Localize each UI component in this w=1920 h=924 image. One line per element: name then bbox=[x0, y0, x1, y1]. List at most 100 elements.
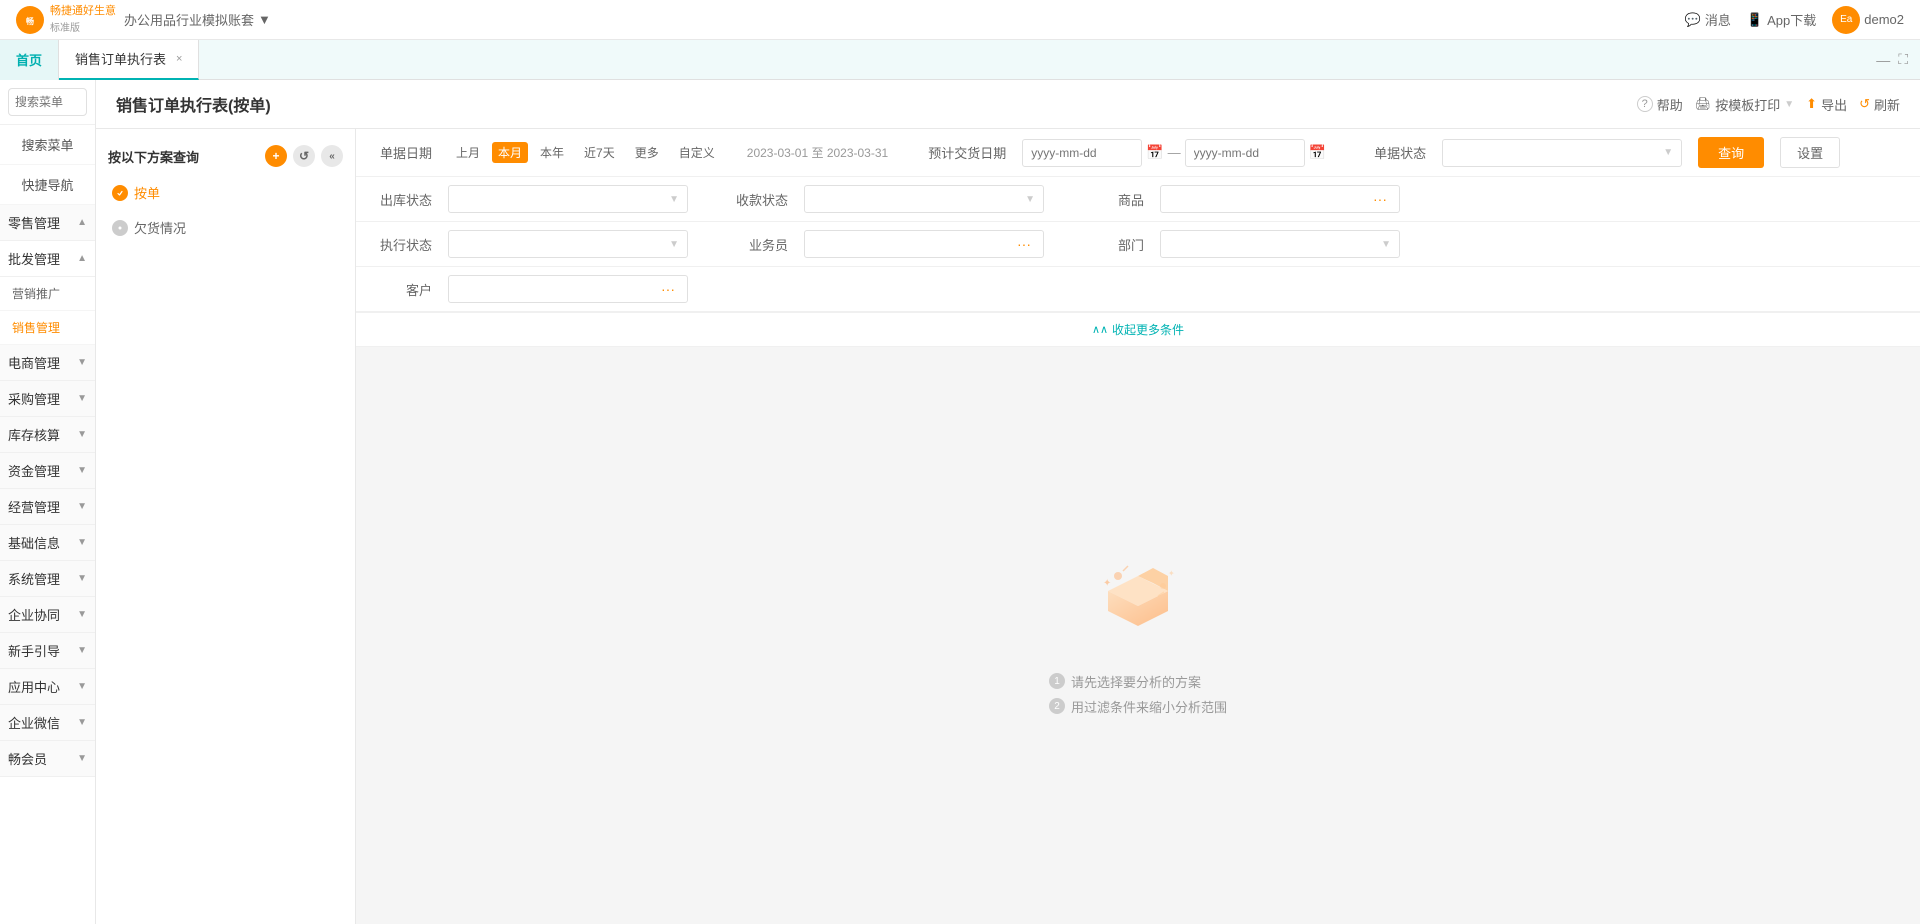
tab-sales-order[interactable]: 销售订单执行表 × bbox=[59, 40, 199, 80]
sidebar-group-member[interactable]: 畅会员 ▼ bbox=[0, 741, 95, 777]
date-tab-7days[interactable]: 近7天 bbox=[576, 142, 623, 163]
tab-minimize-icon[interactable]: — bbox=[1876, 52, 1890, 68]
scheme-item-by-debt-label: 欠货情况 bbox=[134, 218, 186, 237]
query-button[interactable]: 查询 bbox=[1698, 137, 1764, 168]
sidebar-item-search-menu[interactable]: 搜索菜单 bbox=[0, 125, 95, 165]
date-tab-this-month[interactable]: 本月 bbox=[492, 142, 528, 163]
sidebar-group-app-center-label: 应用中心 bbox=[8, 677, 60, 696]
sidebar-group-system-label: 系统管理 bbox=[8, 569, 60, 588]
app-download-button[interactable]: 📱 App下载 bbox=[1747, 10, 1816, 29]
collect-status-arrow-icon: ▼ bbox=[1025, 194, 1035, 205]
page-actions: ? 帮助 🖨 按模板打印 ▼ ⬆ 导出 ↺ 刷新 bbox=[1637, 95, 1900, 126]
refresh-icon: ↺ bbox=[1859, 96, 1870, 112]
sidebar-group-enterprise[interactable]: 企业协同 ▼ bbox=[0, 597, 95, 633]
tab-bar-controls: — ⛶ bbox=[1876, 51, 1920, 68]
message-icon: 💬 bbox=[1685, 12, 1701, 28]
salesman-input[interactable]: ··· bbox=[804, 230, 1044, 258]
add-icon: + bbox=[272, 149, 279, 163]
exec-status-select[interactable]: ▼ bbox=[448, 230, 688, 258]
main-layout: 搜索菜单 快捷导航 零售管理 ▲ 批发管理 ▲ 营销推广 销售管理 电商管理 ▼… bbox=[0, 80, 1920, 924]
sidebar-group-wholesale-label: 批发管理 bbox=[8, 249, 60, 268]
tab-home-label: 首页 bbox=[16, 50, 42, 69]
breadcrumb[interactable]: 办公用品行业模拟账套 ▼ bbox=[124, 10, 271, 29]
sidebar-group-basic-info-arrow: ▼ bbox=[77, 537, 87, 548]
calendar-end-icon[interactable]: 📅 bbox=[1309, 144, 1326, 161]
add-scheme-button[interactable]: + bbox=[265, 145, 287, 167]
date-tab-custom[interactable]: 自定义 bbox=[671, 142, 723, 163]
sidebar-group-ecommerce[interactable]: 电商管理 ▼ bbox=[0, 345, 95, 381]
sidebar-group-operations[interactable]: 经营管理 ▼ bbox=[0, 489, 95, 525]
empty-state: ✦ ✦ 1 请先选择要分析的方案 2 用过滤条件来缩小分析范围 bbox=[1049, 556, 1227, 716]
scheme-item-by-order-label: 按单 bbox=[134, 183, 160, 202]
sidebar-item-sales-mgmt[interactable]: 销售管理 bbox=[0, 311, 95, 345]
help-label: 帮助 bbox=[1657, 95, 1683, 114]
sidebar: 搜索菜单 快捷导航 零售管理 ▲ 批发管理 ▲ 营销推广 销售管理 电商管理 ▼… bbox=[0, 80, 96, 924]
sidebar-group-retail[interactable]: 零售管理 ▲ bbox=[0, 205, 95, 241]
expected-date-label: 预计交货日期 bbox=[928, 143, 1006, 162]
filter-and-results: 单据日期 上月 本月 本年 近7天 更多 自定义 2023-03-01 至 20… bbox=[356, 129, 1920, 924]
sidebar-group-purchase-label: 采购管理 bbox=[8, 389, 60, 408]
top-bar: 畅 畅捷通好生意 标准版 办公用品行业模拟账套 ▼ 💬 消息 📱 App下载 E… bbox=[0, 0, 1920, 40]
username: demo2 bbox=[1864, 12, 1904, 27]
empty-tips: 1 请先选择要分析的方案 2 用过滤条件来缩小分析范围 bbox=[1049, 672, 1227, 716]
template-print-button[interactable]: 🖨 按模板打印 ▼ bbox=[1695, 95, 1794, 114]
breadcrumb-arrow-icon: ▼ bbox=[258, 12, 271, 27]
date-range-text: 2023-03-01 至 2023-03-31 bbox=[747, 144, 888, 161]
scheme-item-by-order[interactable]: 按单 bbox=[96, 175, 355, 210]
search-input[interactable] bbox=[8, 88, 87, 116]
dept-select[interactable]: ▼ bbox=[1160, 230, 1400, 258]
tip-2-text: 用过滤条件来缩小分析范围 bbox=[1071, 697, 1227, 716]
collapse-scheme-button[interactable]: « bbox=[321, 145, 343, 167]
svg-text:✦: ✦ bbox=[1168, 569, 1175, 578]
template-print-label: 按模板打印 bbox=[1715, 95, 1780, 114]
tab-home[interactable]: 首页 bbox=[0, 40, 59, 80]
date-tab-this-year[interactable]: 本年 bbox=[532, 142, 572, 163]
order-status-select[interactable]: ▼ bbox=[1442, 139, 1682, 167]
sidebar-group-enterprise-wechat-arrow: ▼ bbox=[77, 717, 87, 728]
calendar-start-icon[interactable]: 📅 bbox=[1146, 144, 1163, 161]
template-print-arrow-icon: ▼ bbox=[1784, 99, 1794, 110]
export-button[interactable]: ⬆ 导出 bbox=[1806, 95, 1847, 114]
sidebar-group-inventory[interactable]: 库存核算 ▼ bbox=[0, 417, 95, 453]
sidebar-group-system[interactable]: 系统管理 ▼ bbox=[0, 561, 95, 597]
tab-close-icon[interactable]: × bbox=[176, 53, 182, 65]
sidebar-group-finance[interactable]: 资金管理 ▼ bbox=[0, 453, 95, 489]
customer-input[interactable]: ··· bbox=[448, 275, 688, 303]
page-header: 销售订单执行表(按单) ? 帮助 🖨 按模板打印 ▼ ⬆ 导出 ↺ 刷新 bbox=[96, 80, 1920, 129]
date-tab-last-month[interactable]: 上月 bbox=[448, 142, 488, 163]
goods-dots-icon[interactable]: ··· bbox=[1369, 191, 1391, 207]
sidebar-group-app-center[interactable]: 应用中心 ▼ bbox=[0, 669, 95, 705]
expected-date-start-input[interactable] bbox=[1022, 139, 1142, 167]
goods-input[interactable]: ··· bbox=[1160, 185, 1400, 213]
setting-button[interactable]: 设置 bbox=[1780, 137, 1840, 168]
scheme-item-by-debt[interactable]: 欠货情况 bbox=[96, 210, 355, 245]
collect-status-select[interactable]: ▼ bbox=[804, 185, 1044, 213]
sidebar-group-inventory-arrow: ▼ bbox=[77, 429, 87, 440]
collapse-more-button[interactable]: ∧∧ 收起更多条件 bbox=[356, 312, 1920, 346]
tab-maximize-icon[interactable]: ⛶ bbox=[1898, 51, 1908, 68]
refresh-scheme-button[interactable]: ↺ bbox=[293, 145, 315, 167]
user-profile[interactable]: Ea demo2 bbox=[1832, 6, 1904, 34]
expected-date-end-input[interactable] bbox=[1185, 139, 1305, 167]
sidebar-group-wholesale[interactable]: 批发管理 ▲ bbox=[0, 241, 95, 277]
svg-text:畅: 畅 bbox=[26, 16, 34, 26]
sidebar-group-wholesale-arrow: ▲ bbox=[77, 253, 87, 264]
results-area: ✦ ✦ 1 请先选择要分析的方案 2 用过滤条件来缩小分析范围 bbox=[356, 347, 1920, 924]
sidebar-group-purchase[interactable]: 采购管理 ▼ bbox=[0, 381, 95, 417]
salesman-dots-icon[interactable]: ··· bbox=[1013, 236, 1035, 252]
dept-label: 部门 bbox=[1084, 235, 1144, 254]
date-tab-more[interactable]: 更多 bbox=[627, 142, 667, 163]
sidebar-search-area bbox=[0, 80, 95, 125]
sidebar-item-quick-nav[interactable]: 快捷导航 bbox=[0, 165, 95, 205]
sidebar-group-basic-info[interactable]: 基础信息 ▼ bbox=[0, 525, 95, 561]
message-button[interactable]: 💬 消息 bbox=[1685, 10, 1731, 29]
refresh-button[interactable]: ↺ 刷新 bbox=[1859, 95, 1900, 114]
expected-date-input-group: 📅 — 📅 bbox=[1022, 139, 1326, 167]
customer-dots-icon[interactable]: ··· bbox=[657, 281, 679, 297]
help-button[interactable]: ? 帮助 bbox=[1637, 95, 1683, 114]
sidebar-group-enterprise-wechat[interactable]: 企业微信 ▼ bbox=[0, 705, 95, 741]
sidebar-group-newbie[interactable]: 新手引导 ▼ bbox=[0, 633, 95, 669]
sidebar-item-marketing[interactable]: 营销推广 bbox=[0, 277, 95, 311]
out-status-select[interactable]: ▼ bbox=[448, 185, 688, 213]
avatar-text: Ea bbox=[1840, 14, 1852, 25]
